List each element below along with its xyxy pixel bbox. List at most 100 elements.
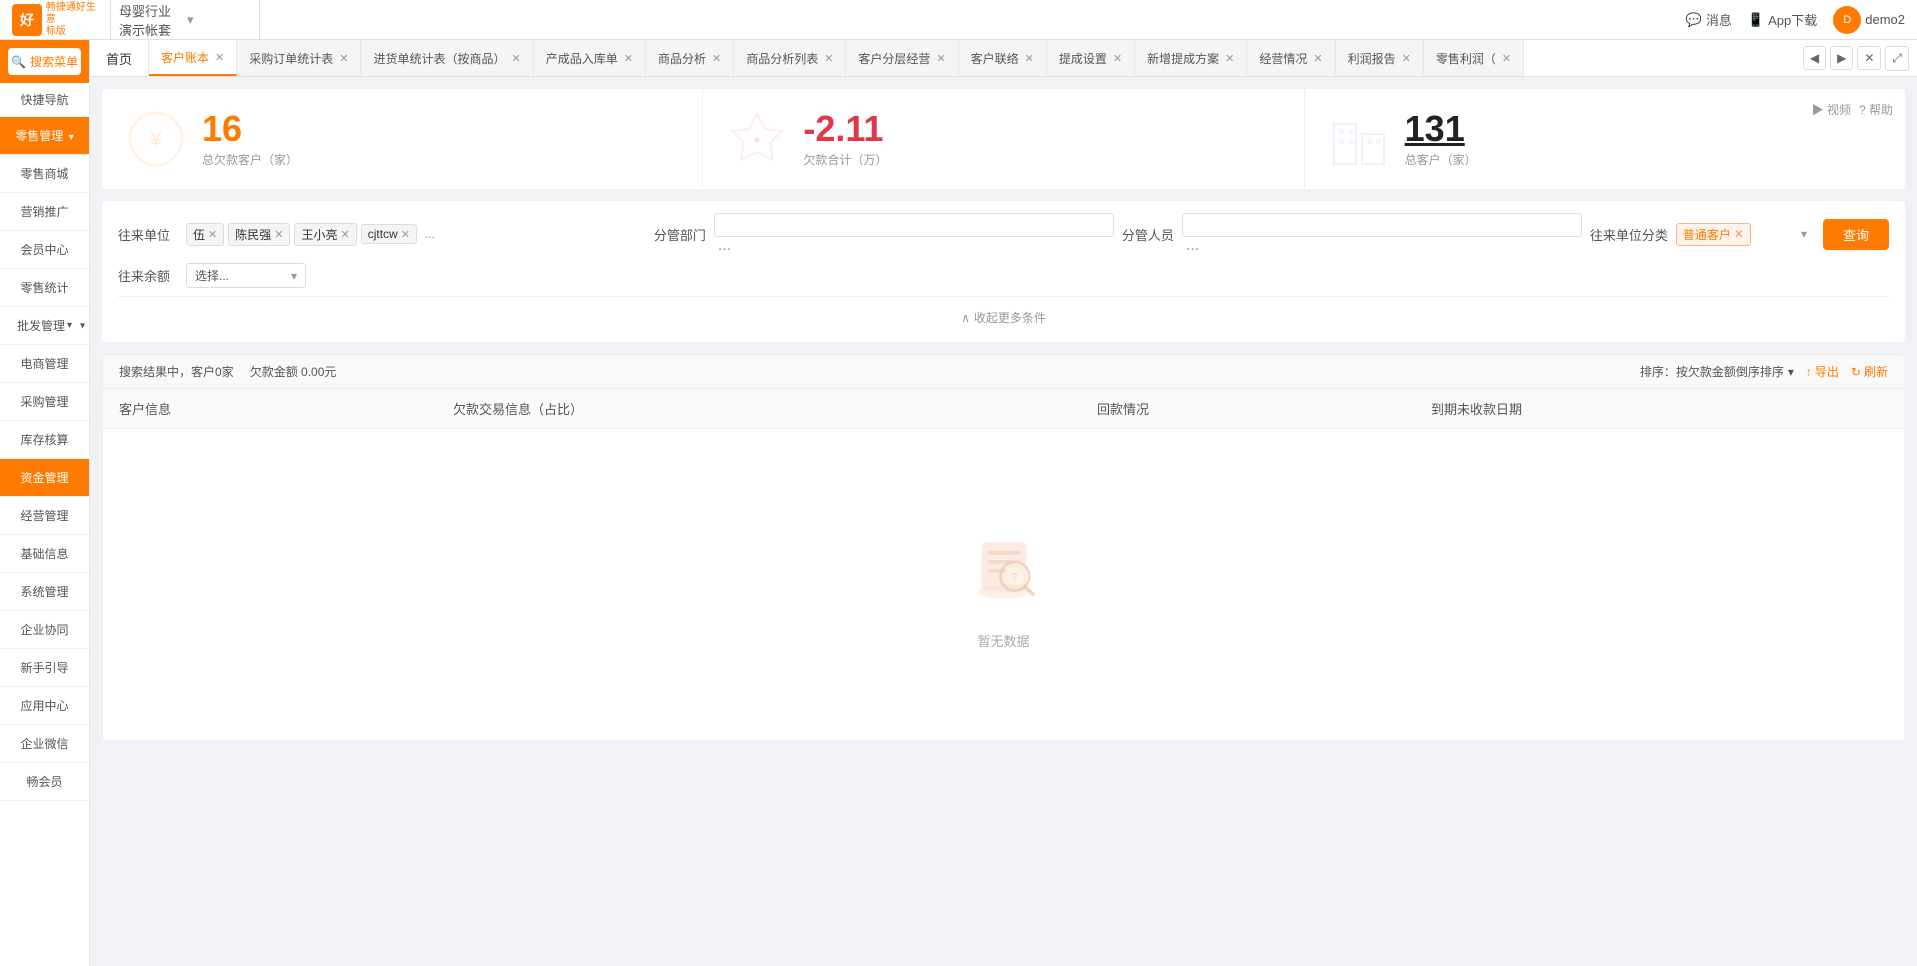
- tab-profit-report[interactable]: 利润报告 ✕: [1336, 40, 1424, 76]
- tab-home[interactable]: 首页: [90, 40, 149, 76]
- sidebar-item-basic-info[interactable]: 基础信息: [0, 535, 89, 573]
- tab-purchase-order-stats[interactable]: 采购订单统计表 ✕: [237, 40, 361, 76]
- unit-tag-cjttcw-close[interactable]: ✕: [401, 228, 410, 241]
- sidebar-item-inventory[interactable]: 库存核算: [0, 421, 89, 459]
- tab-scroll-right[interactable]: ▶: [1830, 46, 1853, 70]
- tab-customer-ledger-close[interactable]: ✕: [215, 51, 224, 64]
- tab-ops-situation[interactable]: 经营情况 ✕: [1247, 40, 1335, 76]
- query-button[interactable]: 查询: [1823, 219, 1889, 250]
- sidebar-search-area: 🔍 搜索菜单: [0, 40, 89, 83]
- sidebar-item-enterprise-coop-label: 企业协同: [20, 623, 68, 637]
- tab-product-analysis[interactable]: 商品分析 ✕: [646, 40, 734, 76]
- dept-filter-dots[interactable]: ...: [714, 237, 735, 254]
- tab-raise-settings[interactable]: 提成设置 ✕: [1047, 40, 1135, 76]
- tab-customer-segment[interactable]: 客户分层经营 ✕: [846, 40, 958, 76]
- sidebar-item-enterprise-coop[interactable]: 企业协同: [0, 611, 89, 649]
- tab-retail-profit-close[interactable]: ✕: [1502, 52, 1511, 65]
- sort-arrow-icon: ▾: [1788, 365, 1794, 379]
- sidebar-item-retail-mall[interactable]: 零售商城: [0, 155, 89, 193]
- tab-purchase-stats-product[interactable]: 进货单统计表（按商品） ✕: [361, 40, 533, 76]
- user-profile[interactable]: D demo2: [1833, 6, 1905, 34]
- export-icon: ↑: [1806, 365, 1812, 379]
- tab-customer-contact-close[interactable]: ✕: [1025, 52, 1034, 65]
- sidebar-item-premium-label: 畅会员: [26, 775, 62, 789]
- tab-bar-actions: ◀ ▶ ✕ ⤢: [1795, 46, 1917, 71]
- tab-raise-settings-close[interactable]: ✕: [1113, 52, 1122, 65]
- sidebar: 🔍 搜索菜单 快捷导航 零售管理 ▾ 零售商城 营销推广 会员中心 零售统计 批…: [0, 40, 90, 966]
- sidebar-item-ecommerce[interactable]: 电商管理: [0, 345, 89, 383]
- sidebar-item-purchase-label: 采购管理: [20, 395, 68, 409]
- sidebar-item-sys[interactable]: 系统管理: [0, 573, 89, 611]
- sidebar-item-new-guide[interactable]: 新手引导: [0, 649, 89, 687]
- tab-retail-profit[interactable]: 零售利润（ ✕: [1424, 40, 1524, 76]
- sidebar-item-member-label: 会员中心: [20, 243, 68, 257]
- tab-new-raise-plan-close[interactable]: ✕: [1225, 52, 1234, 65]
- tab-product-analysis-label: 商品分析: [658, 50, 706, 67]
- export-button[interactable]: ↑ 导出: [1806, 363, 1839, 380]
- unit-class-tag-close[interactable]: ✕: [1734, 227, 1744, 241]
- sidebar-item-app-center[interactable]: 应用中心: [0, 687, 89, 725]
- sidebar-item-member-center[interactable]: 会员中心: [0, 231, 89, 269]
- tab-customer-segment-close[interactable]: ✕: [936, 52, 945, 65]
- tab-ops-situation-close[interactable]: ✕: [1313, 52, 1322, 65]
- unit-class-select[interactable]: ▾: [1755, 224, 1815, 244]
- help-btn[interactable]: ? 帮助: [1859, 101, 1893, 118]
- tab-purchase-order-close[interactable]: ✕: [339, 52, 348, 65]
- tab-product-analysis-close[interactable]: ✕: [712, 52, 721, 65]
- tab-customer-ledger[interactable]: 客户账本 ✕: [149, 40, 237, 76]
- refresh-button[interactable]: ↻ 刷新: [1851, 363, 1888, 380]
- tab-product-inbound-close[interactable]: ✕: [624, 52, 633, 65]
- person-filter-dots[interactable]: ...: [1182, 237, 1203, 254]
- stat-credit-amount-info: -2.11 欠款合计（万）: [803, 111, 887, 168]
- unit-tag-wu-close[interactable]: ✕: [208, 228, 217, 241]
- collapse-button[interactable]: ∧ 收起更多条件: [118, 305, 1889, 330]
- sidebar-item-retail-stats[interactable]: 零售统计: [0, 269, 89, 307]
- collapse-label: 收起更多条件: [974, 309, 1046, 326]
- unit-tag-wang-close[interactable]: ✕: [340, 228, 349, 241]
- sidebar-item-ecommerce-label: 电商管理: [20, 357, 68, 371]
- col-due-date: 到期未收款日期: [1415, 389, 1904, 429]
- tab-new-raise-plan[interactable]: 新增提成方案 ✕: [1135, 40, 1247, 76]
- tab-product-inbound[interactable]: 产成品入库单 ✕: [534, 40, 646, 76]
- sort-select[interactable]: 排序：按欠款金额倒序排序 ▾: [1640, 363, 1794, 380]
- person-filter-input[interactable]: [1182, 213, 1582, 237]
- sidebar-item-capital[interactable]: 资金管理: [0, 459, 89, 497]
- tab-ops-situation-label: 经营情况: [1259, 50, 1307, 67]
- search-count: 搜索结果中，客户0家: [119, 363, 234, 380]
- top-header: 好 畅捷通好生意 标版 母婴行业演示帐套 ▾ 💬 消息 📱 App下载 D de…: [0, 0, 1917, 40]
- search-menu-button[interactable]: 🔍 搜索菜单: [8, 48, 81, 75]
- tab-maximize[interactable]: ⤢: [1885, 46, 1909, 71]
- tab-close-all[interactable]: ✕: [1857, 46, 1881, 70]
- sidebar-quick-nav[interactable]: 快捷导航: [0, 83, 89, 117]
- workspace-selector[interactable]: 母婴行业演示帐套 ▾: [110, 0, 260, 42]
- table-empty-cell: ? 暂无数据: [103, 429, 1904, 741]
- sidebar-item-ops[interactable]: 经营管理: [0, 497, 89, 535]
- sidebar-item-inventory-label: 库存核算: [20, 433, 68, 447]
- unit-tag-chen-text: 陈民强: [235, 226, 271, 243]
- refresh-label: 刷新: [1864, 363, 1888, 380]
- video-help-btn[interactable]: ▶ 视频: [1812, 101, 1851, 118]
- sidebar-item-retail-mgmt[interactable]: 零售管理 ▾: [0, 117, 89, 155]
- sidebar-item-premium[interactable]: 畅会员: [0, 763, 89, 801]
- messages-button[interactable]: 💬 消息: [1686, 10, 1732, 29]
- sidebar-item-purchase[interactable]: 采购管理: [0, 383, 89, 421]
- tab-purchase-stats-product-label: 进货单统计表（按商品）: [373, 50, 505, 67]
- tab-customer-contact[interactable]: 客户联络 ✕: [959, 40, 1047, 76]
- amount-filter-select[interactable]: 选择... ▾: [186, 263, 306, 288]
- tab-scroll-left[interactable]: ◀: [1803, 46, 1826, 70]
- stat-credit-customers-label: 总欠款客户（家）: [202, 151, 298, 168]
- app-download-button[interactable]: 📱 App下载: [1748, 10, 1817, 29]
- amount-filter-label: 往来余额: [118, 266, 178, 285]
- dept-filter-input[interactable]: [714, 213, 1114, 237]
- sidebar-item-enterprise-wechat[interactable]: 企业微信: [0, 725, 89, 763]
- sidebar-item-marketing[interactable]: 营销推广: [0, 193, 89, 231]
- tab-product-analysis-list-close[interactable]: ✕: [824, 52, 833, 65]
- tab-product-analysis-list[interactable]: 商品分析列表 ✕: [734, 40, 846, 76]
- unit-tag-more[interactable]: ...: [421, 225, 439, 243]
- tab-customer-contact-label: 客户联络: [971, 50, 1019, 67]
- tab-purchase-stats-close[interactable]: ✕: [512, 52, 521, 65]
- unit-tag-cjttcw: cjttcw ✕: [361, 224, 417, 244]
- sidebar-item-wholesale[interactable]: 批发管理 ▾: [0, 307, 89, 345]
- tab-profit-report-close[interactable]: ✕: [1402, 52, 1411, 65]
- unit-tag-chen-close[interactable]: ✕: [274, 228, 283, 241]
